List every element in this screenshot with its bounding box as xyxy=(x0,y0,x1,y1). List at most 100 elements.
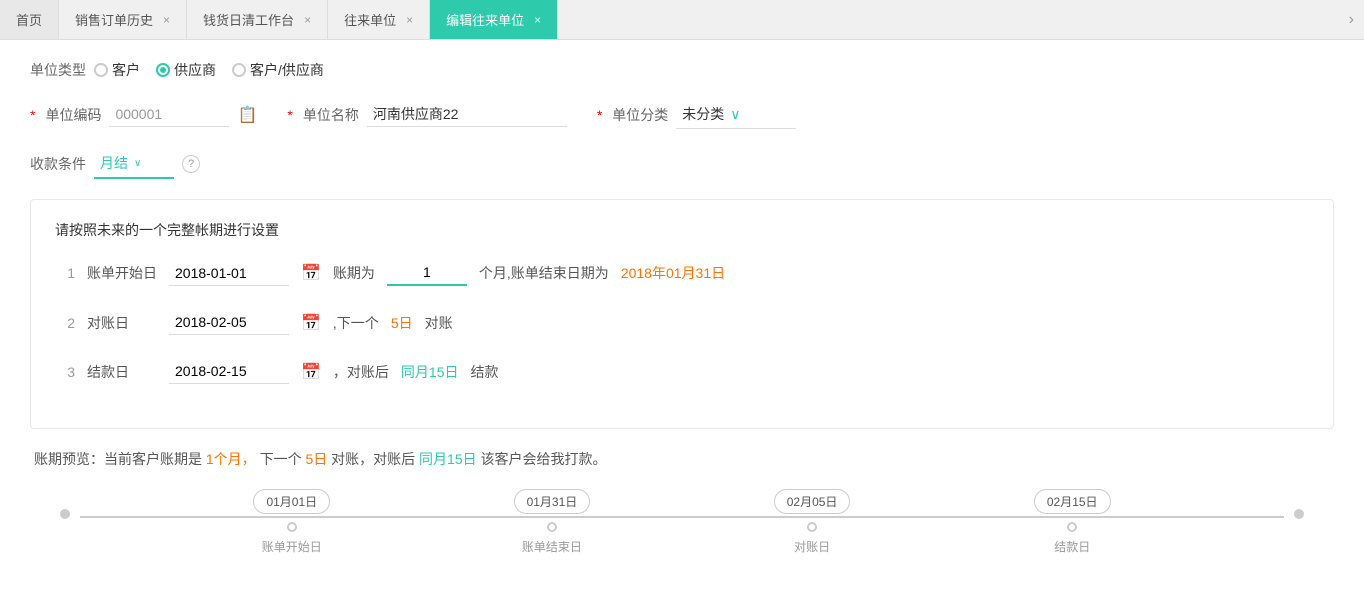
close-edit-partner[interactable]: × xyxy=(534,13,541,27)
timeline-badge-2: 01月31日 xyxy=(514,489,591,514)
unit-code-required: * xyxy=(30,107,35,123)
help-icon[interactable]: ? xyxy=(182,155,200,173)
preview-section: 账期预览：当前客户账期是 1个月， 下一个 5日 对账，对账后 同月15日 该客… xyxy=(30,449,1334,469)
radio-customer-supplier[interactable]: 客户/供应商 xyxy=(232,60,324,80)
close-sales-order[interactable]: × xyxy=(163,13,170,27)
payment-terms-value: 月结 xyxy=(100,153,128,173)
tab-home[interactable]: 首页 xyxy=(0,0,59,39)
radio-group: 客户 供应商 客户/供应商 xyxy=(94,60,324,80)
unit-code-label: 单位编码 xyxy=(45,105,101,125)
start-date-calendar-icon[interactable]: 📅 xyxy=(301,263,321,283)
unit-type-field: 单位类型 客户 供应商 客户/供应商 xyxy=(30,60,324,80)
tab-more-button[interactable]: › xyxy=(1339,11,1364,29)
setting-row-1: 1 账单开始日 📅 账期为 个月,账单结束日期为 2018年01月31日 xyxy=(55,260,1309,286)
radio-supplier-label: 供应商 xyxy=(174,60,216,80)
timeline-label-1: 账单开始日 xyxy=(262,538,322,555)
unit-category-required: * xyxy=(597,107,602,123)
reconcile-date-calendar-icon[interactable]: 📅 xyxy=(301,313,321,333)
right-cap-dot xyxy=(1294,509,1304,519)
preview-label: 账期预览：当前客户账期是 xyxy=(34,451,202,467)
radio-customer-circle xyxy=(94,63,108,77)
timeline-badge-1: 01月01日 xyxy=(253,489,330,514)
unit-category-value: 未分类 xyxy=(682,104,724,124)
timeline-badge-4: 02月15日 xyxy=(1034,489,1111,514)
radio-customer-label: 客户 xyxy=(112,60,140,80)
tab-cash-work[interactable]: 钱货日清工作台 × xyxy=(187,0,328,39)
setting-row-2: 2 对账日 📅 ,下一个 5日 对账 xyxy=(55,310,1309,335)
tab-bar: 首页 销售订单历史 × 钱货日清工作台 × 往来单位 × 编辑往来单位 × › xyxy=(0,0,1364,40)
tab-partner-label: 往来单位 xyxy=(344,10,396,29)
close-cash-work[interactable]: × xyxy=(304,13,311,27)
payment-desc-after: 结款 xyxy=(471,362,499,382)
reconcile-highlight: 5日 xyxy=(391,313,413,333)
timeline-dot-3 xyxy=(807,522,817,532)
close-partner[interactable]: × xyxy=(406,13,413,27)
radio-customer[interactable]: 客户 xyxy=(94,60,140,80)
period-unit: 个月,账单结束日期为 xyxy=(479,263,609,283)
tab-sales-order-label: 销售订单历史 xyxy=(75,10,153,29)
radio-customer-supplier-circle xyxy=(232,63,246,77)
timeline-label-3: 对账日 xyxy=(794,538,830,555)
radio-customer-supplier-label: 客户/供应商 xyxy=(250,60,324,80)
unit-category-label: 单位分类 xyxy=(612,105,668,125)
timeline-point-4: 02月15日 结款日 xyxy=(1034,489,1111,555)
tab-cash-work-label: 钱货日清工作台 xyxy=(203,10,294,29)
unit-type-row: 单位类型 客户 供应商 客户/供应商 xyxy=(30,60,1334,80)
unit-code-field: * 单位编码 📋 xyxy=(30,102,257,127)
reconcile-desc-after: 对账 xyxy=(425,313,453,333)
payment-date-calendar-icon[interactable]: 📅 xyxy=(301,362,321,382)
row-2-num: 2 xyxy=(55,315,75,331)
timeline-right-cap xyxy=(1294,509,1304,519)
preview-part4: 该客户会给我打款。 xyxy=(481,451,607,467)
preview-highlight-5: 5日 xyxy=(305,451,327,467)
unit-name-required: * xyxy=(287,107,292,123)
payment-highlight: 同月15日 xyxy=(401,362,459,382)
period-label: 账期为 xyxy=(333,263,375,283)
tab-sales-order[interactable]: 销售订单历史 × xyxy=(59,0,187,39)
timeline-section: 01月01日 账单开始日 01月31日 账单结束日 02月05日 对账日 02月… xyxy=(30,489,1334,585)
panel-title: 请按照未来的一个完整帐期进行设置 xyxy=(55,220,1309,240)
timeline-label-4: 结款日 xyxy=(1054,538,1090,555)
tab-partner[interactable]: 往来单位 × xyxy=(328,0,430,39)
row-3-label: 结款日 xyxy=(87,362,157,382)
tab-edit-partner[interactable]: 编辑往来单位 × xyxy=(430,0,558,39)
chevron-down-icon: ∨ xyxy=(730,106,740,123)
period-end-date: 2018年01月31日 xyxy=(621,263,725,283)
row-2-label: 对账日 xyxy=(87,313,157,333)
main-content: 单位类型 客户 供应商 客户/供应商 * 单位编码 xyxy=(0,40,1364,608)
timeline-point-3: 02月05日 对账日 xyxy=(774,489,851,555)
radio-supplier[interactable]: 供应商 xyxy=(156,60,216,80)
payment-date-input[interactable] xyxy=(169,359,289,384)
payment-terms-field: 收款条件 月结 ∨ ? xyxy=(30,149,200,179)
period-value-input[interactable] xyxy=(387,260,467,286)
dropdown-arrow-icon: ∨ xyxy=(134,158,141,169)
row-3-num: 3 xyxy=(55,364,75,380)
unit-code-icon[interactable]: 📋 xyxy=(237,105,257,125)
timeline-badge-3: 02月05日 xyxy=(774,489,851,514)
timeline-left-cap xyxy=(60,509,70,519)
timeline-points: 01月01日 账单开始日 01月31日 账单结束日 02月05日 对账日 02月… xyxy=(60,489,1304,555)
radio-supplier-circle xyxy=(156,63,170,77)
payment-terms-row: 收款条件 月结 ∨ ? xyxy=(30,149,1334,179)
timeline-dot-1 xyxy=(287,522,297,532)
tab-home-label: 首页 xyxy=(16,10,42,29)
timeline-dot-4 xyxy=(1067,522,1077,532)
payment-terms-dropdown[interactable]: 月结 ∨ xyxy=(94,149,174,179)
timeline-point-1: 01月01日 账单开始日 xyxy=(253,489,330,555)
unit-name-input[interactable] xyxy=(367,102,567,127)
reconcile-desc-before: ,下一个 xyxy=(333,313,379,333)
preview-part3: 对账，对账后 xyxy=(331,451,415,467)
timeline-dot-2 xyxy=(547,522,557,532)
reconcile-date-input[interactable] xyxy=(169,310,289,335)
unit-category-select[interactable]: 未分类 ∨ xyxy=(676,100,796,129)
row-1-label: 账单开始日 xyxy=(87,263,157,283)
unit-name-field: * 单位名称 xyxy=(287,102,566,127)
payment-desc-before: ，对账后 xyxy=(333,362,389,382)
timeline-point-2: 01月31日 账单结束日 xyxy=(514,489,591,555)
payment-terms-label: 收款条件 xyxy=(30,154,86,174)
settings-panel: 请按照未来的一个完整帐期进行设置 1 账单开始日 📅 账期为 个月,账单结束日期… xyxy=(30,199,1334,429)
setting-row-3: 3 结款日 📅 ，对账后 同月15日 结款 xyxy=(55,359,1309,384)
unit-code-input[interactable] xyxy=(109,102,229,127)
start-date-input[interactable] xyxy=(169,261,289,286)
tab-edit-partner-label: 编辑往来单位 xyxy=(446,10,524,29)
